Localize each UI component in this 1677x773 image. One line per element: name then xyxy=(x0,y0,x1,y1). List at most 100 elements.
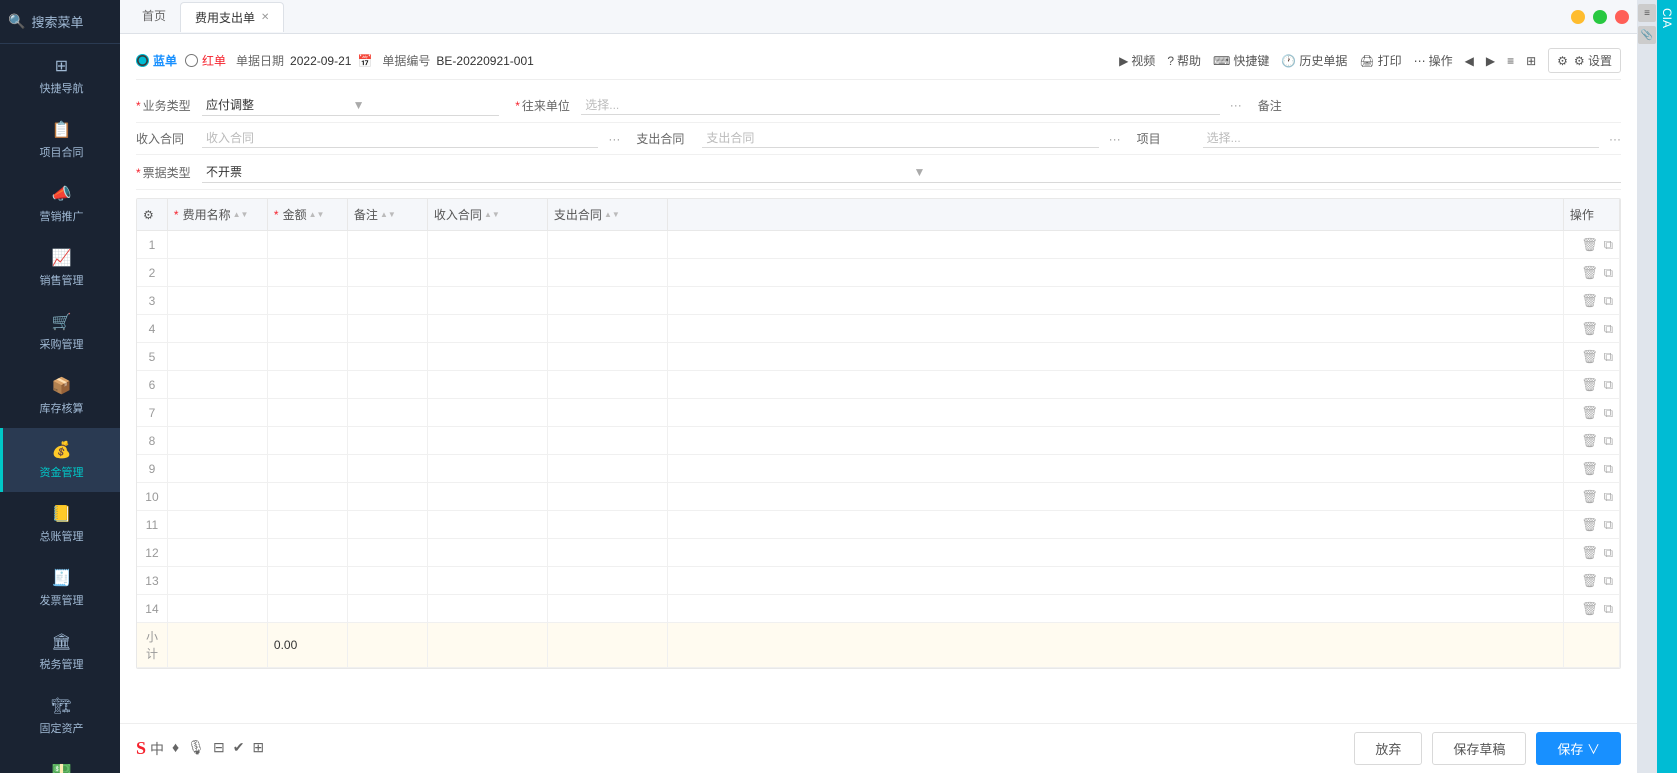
row-9-expense-contract[interactable] xyxy=(547,455,667,483)
tab-expense[interactable]: 费用支出单 ✕ xyxy=(180,2,284,32)
counterparty-input[interactable] xyxy=(581,96,1220,115)
row-3-income-contract[interactable] xyxy=(427,287,547,315)
counterparty-dots-btn[interactable]: ··· xyxy=(1230,98,1242,112)
row-12-income-contract[interactable] xyxy=(427,539,547,567)
row-6-expense-name[interactable] xyxy=(167,371,267,399)
row-8-copy-icon[interactable]: ⧉ xyxy=(1604,433,1613,449)
nav-prev-btn[interactable]: ◀ xyxy=(1465,54,1474,68)
business-type-select[interactable]: 应付调整 ▼ xyxy=(202,94,499,116)
sidebar-item-tax[interactable]: 🏛 税务管理 xyxy=(0,620,120,684)
row-11-expense-name[interactable] xyxy=(167,511,267,539)
row-2-amount[interactable] xyxy=(267,259,347,287)
row-4-delete-icon[interactable]: 🗑 xyxy=(1581,321,1598,337)
row-13-expense-contract[interactable] xyxy=(547,567,667,595)
row-2-income-contract[interactable] xyxy=(427,259,547,287)
right-edge-icon[interactable]: CIA xyxy=(1660,8,1674,28)
row-11-delete-icon[interactable]: 🗑 xyxy=(1581,517,1598,533)
row-8-delete-icon[interactable]: 🗑 xyxy=(1581,433,1598,449)
right-panel-icon-2[interactable]: 📎 xyxy=(1638,26,1656,44)
row-7-copy-icon[interactable]: ⧉ xyxy=(1604,405,1613,421)
row-1-expense-name[interactable] xyxy=(167,231,267,259)
close-button[interactable] xyxy=(1615,10,1629,24)
row-9-copy-icon[interactable]: ⧉ xyxy=(1604,461,1613,477)
row-7-delete-icon[interactable]: 🗑 xyxy=(1581,405,1598,421)
row-5-copy-icon[interactable]: ⧉ xyxy=(1604,349,1613,365)
row-5-income-contract[interactable] xyxy=(427,343,547,371)
row-5-expense-name[interactable] xyxy=(167,343,267,371)
project-dots[interactable]: ··· xyxy=(1609,132,1621,146)
row-10-expense-contract[interactable] xyxy=(547,483,667,511)
row-3-copy-icon[interactable]: ⧉ xyxy=(1604,293,1613,309)
row-3-expense-contract[interactable] xyxy=(547,287,667,315)
row-3-delete-icon[interactable]: 🗑 xyxy=(1581,293,1598,309)
row-13-delete-icon[interactable]: 🗑 xyxy=(1581,573,1598,589)
row-14-expense-name[interactable] xyxy=(167,595,267,623)
row-12-expense-name[interactable] xyxy=(167,539,267,567)
expense-contract-dots[interactable]: ··· xyxy=(1109,132,1121,146)
row-13-remark[interactable] xyxy=(347,567,427,595)
tab-home[interactable]: 首页 xyxy=(128,1,180,32)
row-6-expense-contract[interactable] xyxy=(547,371,667,399)
logo-icon-4[interactable]: ⊟ xyxy=(213,739,225,759)
shortcuts-btn[interactable]: ⌨ 快捷键 xyxy=(1213,52,1269,69)
income-contract-dots[interactable]: ··· xyxy=(608,132,620,146)
row-2-expense-name[interactable] xyxy=(167,259,267,287)
view-grid-btn[interactable]: ⊞ xyxy=(1526,54,1536,68)
row-10-amount[interactable] xyxy=(267,483,347,511)
maximize-button[interactable] xyxy=(1593,10,1607,24)
settings-btn[interactable]: ⚙ ⚙ 设置 xyxy=(1548,48,1621,73)
row-9-amount[interactable] xyxy=(267,455,347,483)
radio-red-input[interactable] xyxy=(185,54,198,67)
sidebar-item-fixed-assets[interactable]: 🏗 固定资产 xyxy=(0,684,120,748)
row-3-expense-name[interactable] xyxy=(167,287,267,315)
row-14-amount[interactable] xyxy=(267,595,347,623)
row-7-expense-contract[interactable] xyxy=(547,399,667,427)
row-8-expense-name[interactable] xyxy=(167,427,267,455)
row-13-income-contract[interactable] xyxy=(427,567,547,595)
row-12-remark[interactable] xyxy=(347,539,427,567)
logo-icon-2[interactable]: ♦ xyxy=(172,739,179,759)
invoice-type-select[interactable]: 不开票 ▼ xyxy=(202,161,1621,183)
row-4-copy-icon[interactable]: ⧉ xyxy=(1604,321,1613,337)
row-12-expense-contract[interactable] xyxy=(547,539,667,567)
row-5-amount[interactable] xyxy=(267,343,347,371)
row-5-delete-icon[interactable]: 🗑 xyxy=(1581,349,1598,365)
row-6-copy-icon[interactable]: ⧉ xyxy=(1604,377,1613,393)
project-input[interactable] xyxy=(1203,129,1599,148)
sidebar-search[interactable]: 🔍 搜索菜单 xyxy=(0,0,120,44)
row-8-amount[interactable] xyxy=(267,427,347,455)
row-8-remark[interactable] xyxy=(347,427,427,455)
row-1-amount[interactable] xyxy=(267,231,347,259)
row-1-copy-icon[interactable]: ⧉ xyxy=(1604,237,1613,253)
row-4-expense-name[interactable] xyxy=(167,315,267,343)
row-9-delete-icon[interactable]: 🗑 xyxy=(1581,461,1598,477)
discard-button[interactable]: 放弃 xyxy=(1354,732,1422,765)
row-12-delete-icon[interactable]: 🗑 xyxy=(1581,545,1598,561)
row-14-copy-icon[interactable]: ⧉ xyxy=(1604,601,1613,617)
row-7-remark[interactable] xyxy=(347,399,427,427)
video-btn[interactable]: ▶ 视频 xyxy=(1119,52,1155,69)
row-14-remark[interactable] xyxy=(347,595,427,623)
row-10-income-contract[interactable] xyxy=(427,483,547,511)
calendar-icon[interactable]: 📅 xyxy=(357,54,372,68)
row-7-expense-name[interactable] xyxy=(167,399,267,427)
row-10-delete-icon[interactable]: 🗑 xyxy=(1581,489,1598,505)
row-14-expense-contract[interactable] xyxy=(547,595,667,623)
row-5-remark[interactable] xyxy=(347,343,427,371)
sidebar-item-marketing[interactable]: 📣 营销推广 xyxy=(0,172,120,236)
row-11-income-contract[interactable] xyxy=(427,511,547,539)
row-9-remark[interactable] xyxy=(347,455,427,483)
row-6-income-contract[interactable] xyxy=(427,371,547,399)
radio-blue-option[interactable]: 蓝单 xyxy=(136,52,177,69)
row-5-expense-contract[interactable] xyxy=(547,343,667,371)
row-1-remark[interactable] xyxy=(347,231,427,259)
row-8-expense-contract[interactable] xyxy=(547,427,667,455)
income-contract-input[interactable] xyxy=(202,129,598,148)
row-1-expense-contract[interactable] xyxy=(547,231,667,259)
row-2-copy-icon[interactable]: ⧉ xyxy=(1604,265,1613,281)
sidebar-item-quick-nav[interactable]: ⊞ 快捷导航 xyxy=(0,44,120,108)
row-7-amount[interactable] xyxy=(267,399,347,427)
row-9-income-contract[interactable] xyxy=(427,455,547,483)
print-btn[interactable]: 🖨 打印 xyxy=(1359,52,1401,69)
row-2-remark[interactable] xyxy=(347,259,427,287)
